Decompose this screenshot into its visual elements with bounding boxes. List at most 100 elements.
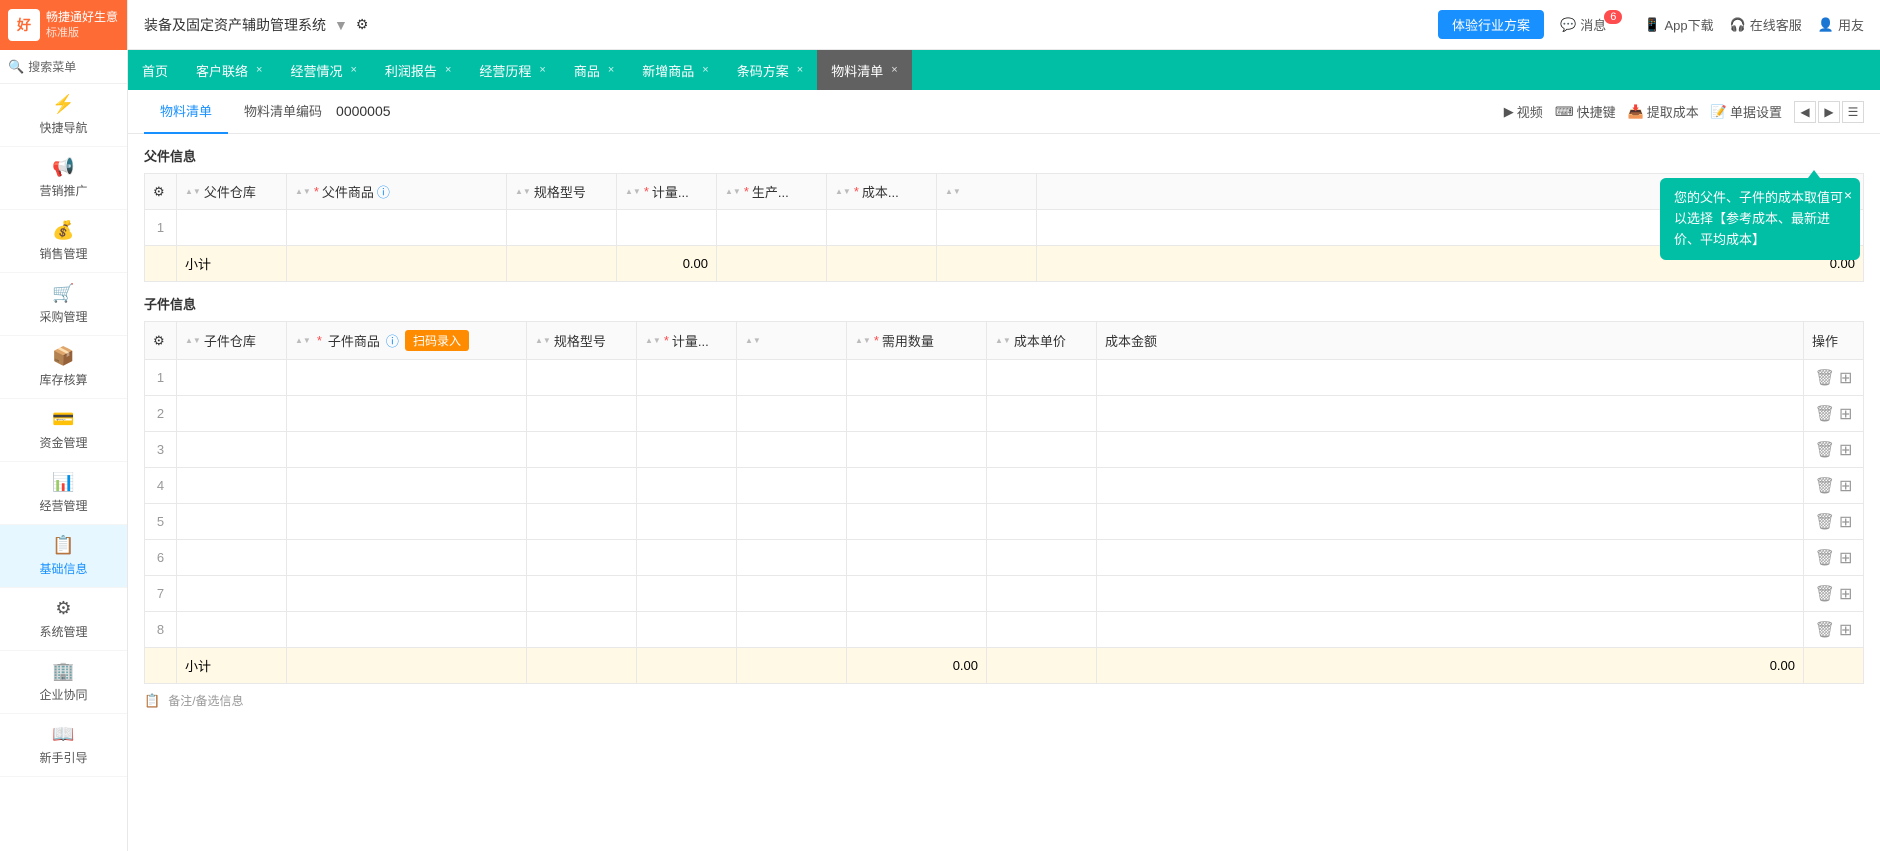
child-goods-1[interactable]: [287, 360, 527, 396]
sidebar-item-inventory[interactable]: 📦 库存核算: [0, 336, 127, 399]
child-goods-3[interactable]: [287, 432, 527, 468]
settings-btn[interactable]: ⚙: [356, 16, 369, 33]
app-download-item[interactable]: 📱 App下载: [1644, 15, 1713, 34]
user-avatar[interactable]: 👤 用友: [1818, 15, 1864, 34]
child-unit-2[interactable]: [637, 396, 737, 432]
sub-tab-bom-code[interactable]: 物料清单编码 0000005: [228, 90, 407, 134]
parent-unit-1[interactable]: [617, 210, 717, 246]
child-copy-5[interactable]: ⊞: [1839, 512, 1852, 532]
tab-new-goods-close[interactable]: ×: [702, 64, 708, 76]
tab-profit-close[interactable]: ×: [445, 64, 451, 76]
dropdown-icon[interactable]: ▼: [334, 17, 348, 33]
child-unit-cost-8[interactable]: [987, 612, 1097, 648]
child-unit-4[interactable]: [637, 468, 737, 504]
parent-cost-1[interactable]: [827, 210, 937, 246]
child-goods-5[interactable]: [287, 504, 527, 540]
parent-produce-1[interactable]: [717, 210, 827, 246]
message-item[interactable]: 💬 消息 6: [1560, 15, 1628, 34]
tab-barcode[interactable]: 条码方案 ×: [723, 50, 817, 90]
child-warehouse-7[interactable]: [177, 576, 287, 612]
child-warehouse-1[interactable]: [177, 360, 287, 396]
sidebar-item-marketing[interactable]: 📢 营销推广: [0, 147, 127, 210]
child-extra-7[interactable]: [737, 576, 847, 612]
tab-bom[interactable]: 物料清单 ×: [817, 50, 911, 90]
sidebar-item-sales[interactable]: 💰 销售管理: [0, 210, 127, 273]
child-spec-3[interactable]: [527, 432, 637, 468]
tab-barcode-close[interactable]: ×: [797, 64, 803, 76]
child-warehouse-3[interactable]: [177, 432, 287, 468]
child-delete-6[interactable]: 🗑: [1815, 548, 1835, 568]
child-unit-cost-7[interactable]: [987, 576, 1097, 612]
child-extra-5[interactable]: [737, 504, 847, 540]
tab-operation-close[interactable]: ×: [350, 64, 356, 76]
child-unit-cost-3[interactable]: [987, 432, 1097, 468]
child-copy-2[interactable]: ⊞: [1839, 404, 1852, 424]
tab-customer-close[interactable]: ×: [256, 64, 262, 76]
nav-next-btn[interactable]: ▶: [1818, 101, 1840, 123]
child-copy-3[interactable]: ⊞: [1839, 440, 1852, 460]
child-unit-5[interactable]: [637, 504, 737, 540]
sidebar-item-enterprise[interactable]: 🏢 企业协同: [0, 651, 127, 714]
parent-spec-1[interactable]: [507, 210, 617, 246]
child-qty-3[interactable]: [847, 432, 987, 468]
sidebar-item-business[interactable]: 📊 经营管理: [0, 462, 127, 525]
child-spec-7[interactable]: [527, 576, 637, 612]
video-btn[interactable]: ▶ 视频: [1504, 102, 1543, 121]
tab-operation[interactable]: 经营情况 ×: [276, 50, 370, 90]
child-spec-8[interactable]: [527, 612, 637, 648]
child-goods-7[interactable]: [287, 576, 527, 612]
child-unit-cost-6[interactable]: [987, 540, 1097, 576]
child-qty-2[interactable]: [847, 396, 987, 432]
tab-process-close[interactable]: ×: [539, 64, 545, 76]
child-extra-2[interactable]: [737, 396, 847, 432]
sidebar-search[interactable]: 🔍 搜索菜单: [0, 50, 127, 84]
child-extra-3[interactable]: [737, 432, 847, 468]
child-qty-6[interactable]: [847, 540, 987, 576]
child-unit-7[interactable]: [637, 576, 737, 612]
nav-prev-btn[interactable]: ◀: [1794, 101, 1816, 123]
child-extra-6[interactable]: [737, 540, 847, 576]
child-extra-4[interactable]: [737, 468, 847, 504]
child-copy-7[interactable]: ⊞: [1839, 584, 1852, 604]
sub-tab-bom-list[interactable]: 物料清单: [144, 90, 228, 134]
child-spec-2[interactable]: [527, 396, 637, 432]
sidebar-item-basic-info[interactable]: 📋 基础信息: [0, 525, 127, 588]
nav-menu-btn[interactable]: ☰: [1842, 101, 1864, 123]
parent-goods-1[interactable]: [287, 210, 507, 246]
trial-button[interactable]: 体验行业方案: [1438, 10, 1544, 39]
child-delete-2[interactable]: 🗑: [1815, 404, 1835, 424]
child-unit-8[interactable]: [637, 612, 737, 648]
child-goods-2[interactable]: [287, 396, 527, 432]
tab-goods[interactable]: 商品 ×: [560, 50, 628, 90]
sidebar-item-guide[interactable]: 📖 新手引导: [0, 714, 127, 777]
child-extra-1[interactable]: [737, 360, 847, 396]
child-unit-6[interactable]: [637, 540, 737, 576]
child-delete-7[interactable]: 🗑: [1815, 584, 1835, 604]
online-service-item[interactable]: 🎧 在线客服: [1730, 15, 1802, 34]
child-warehouse-8[interactable]: [177, 612, 287, 648]
child-unit-1[interactable]: [637, 360, 737, 396]
tab-bom-close[interactable]: ×: [891, 64, 897, 76]
parent-col-settings[interactable]: ⚙: [145, 174, 177, 210]
tooltip-close-btn[interactable]: ×: [1844, 184, 1852, 206]
tab-process[interactable]: 经营历程 ×: [465, 50, 559, 90]
child-warehouse-5[interactable]: [177, 504, 287, 540]
child-goods-info-icon[interactable]: ⓘ: [386, 331, 399, 350]
child-copy-8[interactable]: ⊞: [1839, 620, 1852, 640]
parent-extra-1[interactable]: [937, 210, 1037, 246]
child-warehouse-2[interactable]: [177, 396, 287, 432]
tab-profit[interactable]: 利润报告 ×: [371, 50, 465, 90]
child-qty-7[interactable]: [847, 576, 987, 612]
child-unit-cost-4[interactable]: [987, 468, 1097, 504]
goods-info-icon[interactable]: ⓘ: [377, 182, 390, 201]
child-spec-1[interactable]: [527, 360, 637, 396]
child-unit-3[interactable]: [637, 432, 737, 468]
child-qty-1[interactable]: [847, 360, 987, 396]
child-spec-4[interactable]: [527, 468, 637, 504]
child-spec-5[interactable]: [527, 504, 637, 540]
child-delete-4[interactable]: 🗑: [1815, 476, 1835, 496]
child-qty-5[interactable]: [847, 504, 987, 540]
child-warehouse-4[interactable]: [177, 468, 287, 504]
child-goods-4[interactable]: [287, 468, 527, 504]
child-qty-4[interactable]: [847, 468, 987, 504]
